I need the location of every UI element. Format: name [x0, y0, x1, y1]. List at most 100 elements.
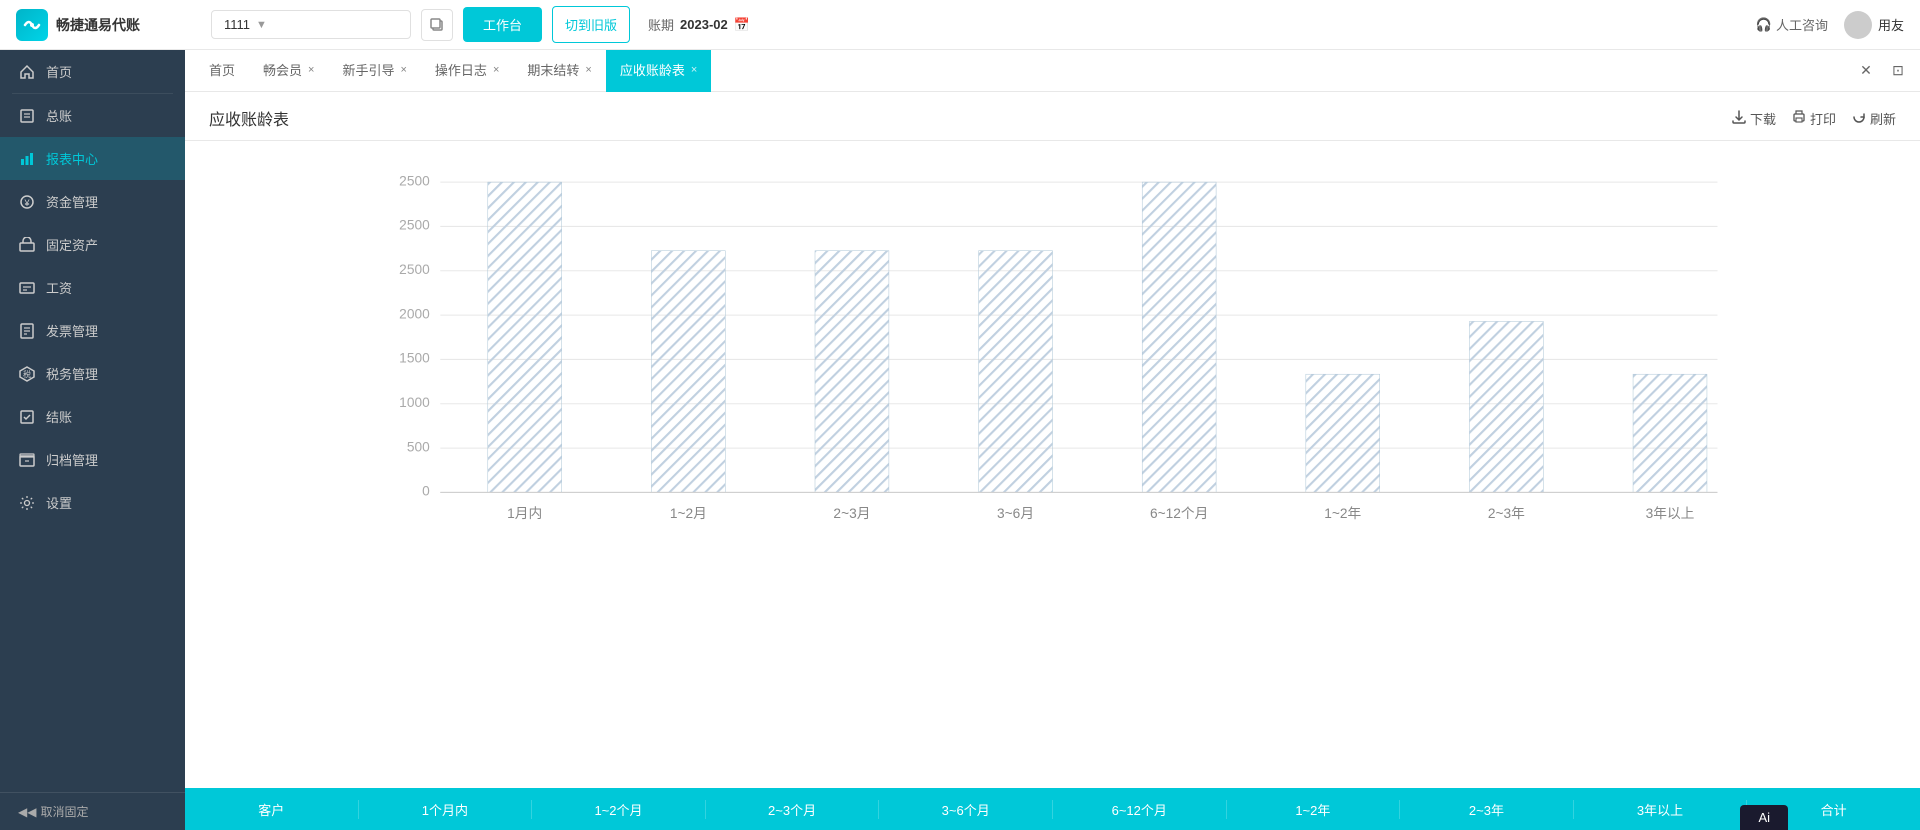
chart-svg: 2500 2500 2500 2000 1500 1000 500 0	[215, 161, 1890, 541]
svg-text:3年以上: 3年以上	[1646, 506, 1695, 521]
maximize-button[interactable]: ⊡	[1884, 57, 1912, 85]
download-button[interactable]: 下载	[1732, 109, 1776, 128]
ledger-icon	[18, 107, 36, 125]
ai-badge[interactable]: Ai	[1740, 805, 1788, 830]
archive-icon	[18, 451, 36, 469]
avatar	[1844, 11, 1872, 39]
svg-text:2500: 2500	[399, 218, 430, 233]
home-icon	[18, 63, 36, 81]
close-all-button[interactable]: ✕	[1852, 57, 1880, 85]
svg-text:2~3年: 2~3年	[1488, 506, 1525, 521]
svg-text:2500: 2500	[399, 173, 430, 188]
svg-text:2~3月: 2~3月	[833, 506, 870, 521]
sidebar-label-checkout: 结账	[46, 407, 72, 426]
svg-text:1500: 1500	[399, 351, 430, 366]
assets-icon	[18, 236, 36, 254]
app-container: 畅捷通易代账 1111 ▼ 工作台 切到旧版 账期 2023-02 📅 🎧 人工…	[0, 0, 1920, 830]
funds-icon: ¥	[18, 193, 36, 211]
th-2-3month: 2~3个月	[706, 800, 880, 819]
tab-bar: 首页 畅会员 × 新手引导 × 操作日志 × 期末结转 ×	[185, 50, 1920, 92]
print-button[interactable]: 打印	[1792, 109, 1836, 128]
company-selector[interactable]: 1111 ▼	[211, 10, 411, 39]
headset-icon: 🎧	[1756, 17, 1772, 33]
tab-guide-label: 新手引导	[342, 60, 394, 79]
th-1-2year: 1~2年	[1227, 800, 1401, 819]
tab-yearend[interactable]: 期末结转 ×	[513, 50, 605, 92]
tab-member-close[interactable]: ×	[308, 64, 314, 76]
reports-icon	[18, 150, 36, 168]
th-3year-plus: 3年以上	[1574, 800, 1748, 819]
svg-text:0: 0	[422, 484, 430, 499]
sidebar-item-funds[interactable]: ¥ 资金管理	[0, 180, 185, 223]
print-label: 打印	[1810, 109, 1836, 128]
copy-button[interactable]	[421, 9, 453, 41]
th-2-3year: 2~3年	[1400, 800, 1574, 819]
sidebar-item-settings[interactable]: 设置	[0, 481, 185, 524]
th-6-12month: 6~12个月	[1053, 800, 1227, 819]
sidebar-item-tax[interactable]: 税 税务管理	[0, 352, 185, 395]
logo-icon	[16, 9, 48, 41]
bar-3年以上	[1633, 374, 1707, 492]
sidebar-item-reports[interactable]: 报表中心	[0, 137, 185, 180]
collapse-label: 取消固定	[40, 803, 88, 820]
content-area: 首页 畅会员 × 新手引导 × 操作日志 × 期末结转 ×	[185, 50, 1920, 830]
chart-inner: 2500 2500 2500 2000 1500 1000 500 0	[215, 161, 1890, 541]
svg-text:1~2月: 1~2月	[670, 506, 707, 521]
bar-2-3年	[1469, 321, 1543, 492]
sidebar-label-ledger: 总账	[46, 106, 72, 125]
period-value: 2023-02	[680, 17, 728, 32]
chevron-down-icon: ▼	[256, 19, 267, 31]
sidebar-label-funds: 资金管理	[46, 192, 98, 211]
tab-aging-close[interactable]: ×	[691, 64, 697, 76]
top-bar: 畅捷通易代账 1111 ▼ 工作台 切到旧版 账期 2023-02 📅 🎧 人工…	[0, 0, 1920, 50]
sidebar-item-invoice[interactable]: 发票管理	[0, 309, 185, 352]
ai-badge-label: Ai	[1758, 810, 1770, 825]
user-name: 用友	[1878, 15, 1904, 34]
user-area[interactable]: 用友	[1844, 11, 1904, 39]
svg-text:税: 税	[23, 369, 31, 379]
th-1month: 1个月内	[359, 800, 533, 819]
sidebar-item-assets[interactable]: 固定资产	[0, 223, 185, 266]
sidebar-item-archive[interactable]: 归档管理	[0, 438, 185, 481]
logo-area: 畅捷通易代账	[16, 9, 201, 41]
gear-icon	[18, 494, 36, 512]
tab-yearend-close[interactable]: ×	[585, 64, 591, 76]
period-area: 账期 2023-02 📅	[648, 15, 750, 34]
sidebar-scroll: 首页 总账	[0, 50, 185, 792]
page-header: 应收账龄表 下载	[185, 92, 1920, 141]
invoice-icon	[18, 322, 36, 340]
sidebar: 首页 总账	[0, 50, 185, 830]
sidebar-label-archive: 归档管理	[46, 450, 98, 469]
table-header: 客户 1个月内 1~2个月 2~3个月 3~6个月 6~12个月 1~2年 2~…	[185, 788, 1920, 830]
tab-guide[interactable]: 新手引导 ×	[328, 50, 420, 92]
svg-text:1000: 1000	[399, 395, 430, 410]
period-label: 账期	[648, 15, 674, 34]
sidebar-item-checkout[interactable]: 结账	[0, 395, 185, 438]
tab-aging-label: 应收账龄表	[620, 60, 685, 79]
tab-oplog[interactable]: 操作日志 ×	[421, 50, 513, 92]
sidebar-item-ledger[interactable]: 总账	[0, 94, 185, 137]
collapse-bar[interactable]: ◀◀ 取消固定	[0, 792, 185, 830]
tab-member[interactable]: 畅会员 ×	[249, 50, 328, 92]
sidebar-label-settings: 设置	[46, 493, 72, 512]
payroll-icon	[18, 279, 36, 297]
th-1-2month: 1~2个月	[532, 800, 706, 819]
sidebar-item-home[interactable]: 首页	[0, 50, 185, 93]
bar-6-12月	[1142, 182, 1216, 492]
bar-1月内	[488, 182, 562, 492]
workbench-button[interactable]: 工作台	[463, 7, 542, 42]
sidebar-label-assets: 固定资产	[46, 235, 98, 254]
tab-oplog-close[interactable]: ×	[493, 64, 499, 76]
tab-home-label: 首页	[209, 60, 235, 79]
tab-oplog-label: 操作日志	[435, 60, 487, 79]
bar-2-3月	[815, 251, 889, 493]
refresh-button[interactable]: 刷新	[1852, 109, 1896, 128]
tab-home[interactable]: 首页	[195, 50, 249, 92]
switch-version-button[interactable]: 切到旧版	[552, 6, 630, 43]
consult-button[interactable]: 🎧 人工咨询	[1756, 15, 1828, 34]
sidebar-item-payroll[interactable]: 工资	[0, 266, 185, 309]
tab-aging[interactable]: 应收账龄表 ×	[606, 50, 711, 92]
checkout-icon	[18, 408, 36, 426]
calendar-icon[interactable]: 📅	[734, 17, 750, 33]
tab-guide-close[interactable]: ×	[400, 64, 406, 76]
